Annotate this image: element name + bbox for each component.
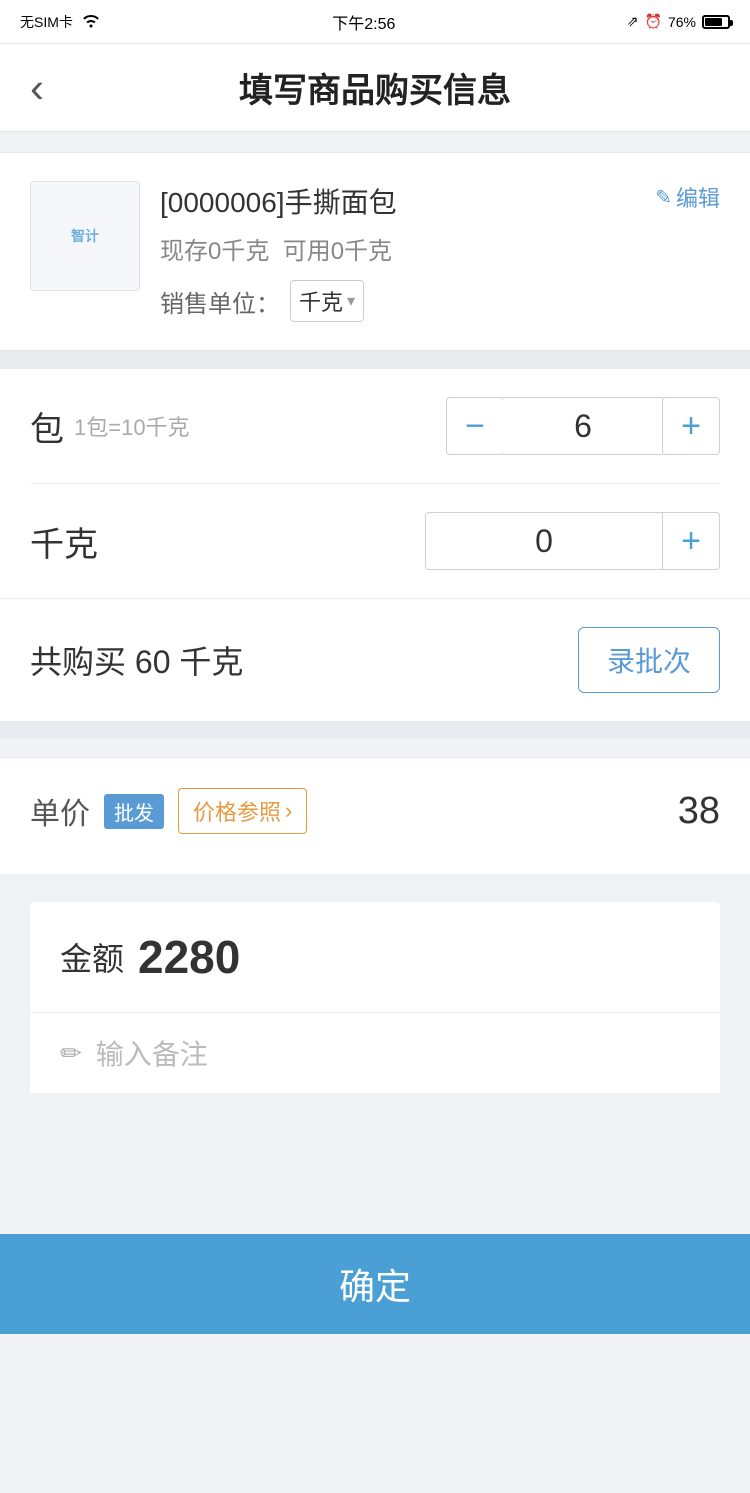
total-text: 共购买 60 千克 — [30, 637, 243, 683]
kg-label: 千克 — [30, 517, 98, 566]
price-tag-pifa: 批发 — [104, 794, 164, 829]
pack-stepper: − + — [446, 397, 720, 455]
product-logo: 智计 — [71, 226, 99, 246]
pack-hint: 1包=10千克 — [74, 410, 190, 442]
pack-input[interactable] — [503, 397, 663, 455]
separator-2 — [0, 721, 750, 739]
input-section: 包 1包=10千克 − + 千克 + — [0, 369, 750, 598]
note-placeholder: 输入备注 — [96, 1033, 208, 1073]
price-ref-button[interactable]: 价格参照 › — [178, 788, 307, 834]
price-value: 38 — [678, 790, 720, 833]
pack-left: 包 1包=10千克 — [30, 402, 190, 451]
product-name-row: [0000006]手撕面包 ✎ 编辑 — [160, 181, 720, 221]
edit-button[interactable]: ✎ 编辑 — [655, 181, 720, 213]
status-bar: 无SIM卡 下午2:56 ⇗ ⏰ 76% — [0, 0, 750, 44]
price-row: 单价 批发 价格参照 › 38 — [30, 788, 720, 834]
amount-row: 金额 2280 — [30, 902, 720, 1013]
product-stock: 现存0千克 可用0千克 — [160, 231, 720, 266]
unit-label: 销售单位： — [160, 284, 280, 319]
wifi-icon — [81, 12, 101, 31]
edit-icon: ✎ — [655, 185, 672, 210]
total-section: 共购买 60 千克 录批次 — [0, 598, 750, 721]
separator-1 — [0, 351, 750, 369]
kg-row: 千克 + — [30, 484, 720, 598]
product-info: [0000006]手撕面包 ✎ 编辑 现存0千克 可用0千克 销售单位： 千克 … — [160, 181, 720, 322]
chevron-down-icon: ▾ — [347, 291, 355, 311]
battery-icon — [702, 15, 730, 29]
battery-percent: 76% — [668, 14, 696, 30]
edit-label: 编辑 — [676, 181, 720, 213]
page-title: 填写商品购买信息 — [239, 63, 511, 112]
price-section: 单价 批发 价格参照 › 38 — [0, 757, 750, 874]
pack-minus-button[interactable]: − — [446, 397, 504, 455]
pack-label: 包 — [30, 402, 64, 451]
product-name: [0000006]手撕面包 — [160, 181, 655, 221]
kg-plus-button[interactable]: + — [662, 512, 720, 570]
note-row[interactable]: ✏ 输入备注 — [30, 1013, 720, 1093]
kg-stepper-wrapper: + — [425, 512, 720, 570]
product-unit-row: 销售单位： 千克 ▾ — [160, 280, 720, 322]
status-left: 无SIM卡 — [20, 12, 101, 32]
price-label: 单价 — [30, 789, 90, 833]
product-card: 智计 [0000006]手撕面包 ✎ 编辑 现存0千克 可用0千克 销售单位： … — [0, 152, 750, 351]
unit-value: 千克 — [299, 285, 343, 317]
note-icon: ✏ — [60, 1038, 82, 1069]
location-icon: ⇗ — [627, 13, 639, 30]
price-ref-label: 价格参照 — [193, 795, 281, 827]
back-button[interactable]: ‹ — [30, 67, 44, 109]
amount-section: 金额 2280 ✏ 输入备注 — [0, 874, 750, 1093]
batch-button[interactable]: 录批次 — [578, 627, 720, 693]
carrier-text: 无SIM卡 — [20, 12, 73, 32]
pack-plus-button[interactable]: + — [662, 397, 720, 455]
status-right: ⇗ ⏰ 76% — [627, 13, 730, 30]
kg-input[interactable] — [425, 512, 663, 570]
amount-label: 金额 — [60, 934, 124, 980]
price-left: 单价 批发 价格参照 › — [30, 788, 307, 834]
amount-value: 2280 — [138, 930, 240, 984]
chevron-right-icon: › — [285, 798, 292, 824]
status-time: 下午2:56 — [332, 10, 395, 34]
nav-bar: ‹ 填写商品购买信息 — [0, 44, 750, 132]
unit-select[interactable]: 千克 ▾ — [290, 280, 364, 322]
confirm-text: 确定 — [339, 1258, 411, 1310]
pack-row: 包 1包=10千克 − + — [30, 369, 720, 484]
alarm-icon: ⏰ — [645, 13, 662, 30]
product-image: 智计 — [30, 181, 140, 291]
confirm-bar[interactable]: 确定 — [0, 1234, 750, 1334]
kg-left: 千克 — [30, 517, 98, 566]
